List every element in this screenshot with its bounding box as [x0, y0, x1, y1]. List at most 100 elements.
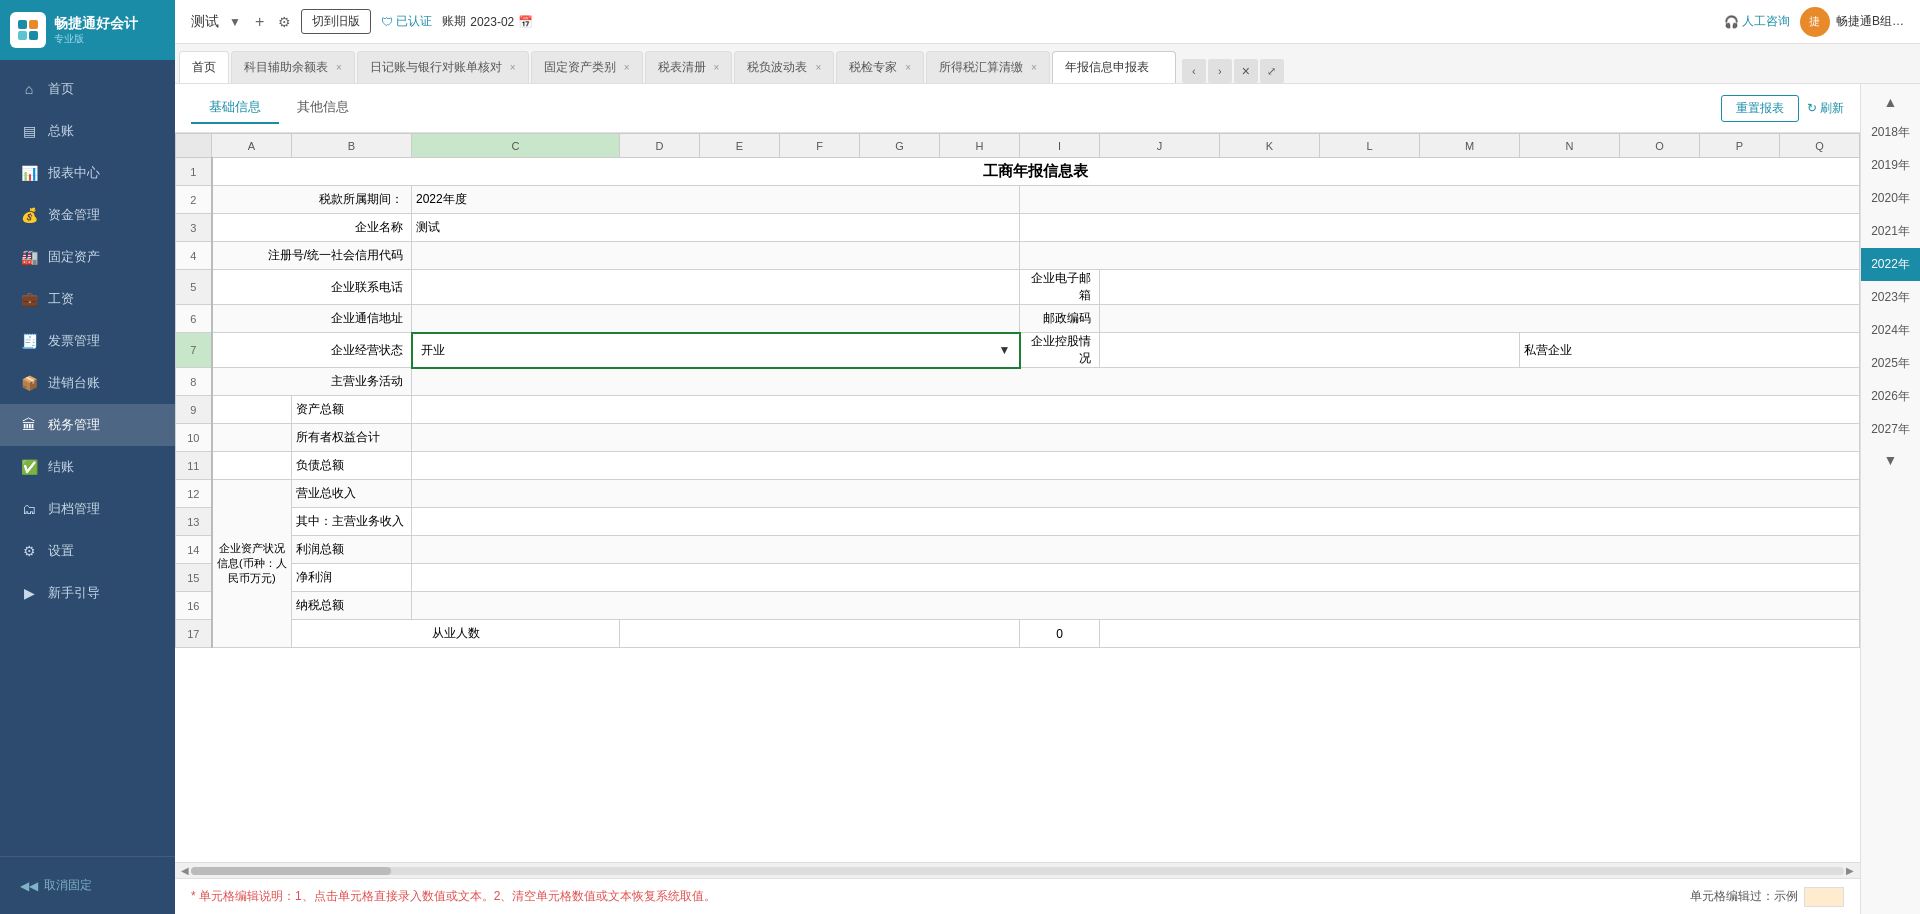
- year-item-2027[interactable]: 2027年: [1861, 413, 1920, 446]
- total-profit-value[interactable]: [412, 536, 1860, 564]
- unpin-button[interactable]: ◀◀ 取消固定: [0, 867, 175, 904]
- tab-home[interactable]: 首页: [179, 51, 229, 83]
- tab-tax-inspection[interactable]: 税检专家 ×: [836, 51, 924, 83]
- sidebar-item-invoice[interactable]: 🧾 发票管理: [0, 320, 175, 362]
- service-button[interactable]: 🎧 人工咨询: [1724, 13, 1790, 30]
- sidebar-item-guide[interactable]: ▶ 新手引导: [0, 572, 175, 614]
- col-h-header[interactable]: H: [940, 134, 1020, 158]
- address-value[interactable]: [412, 305, 1020, 333]
- tab-close-all-button[interactable]: ×: [1234, 59, 1258, 83]
- col-p-header[interactable]: P: [1700, 134, 1780, 158]
- tab-prev-button[interactable]: ‹: [1182, 59, 1206, 83]
- tab-other-info[interactable]: 其他信息: [279, 92, 367, 124]
- col-g-header[interactable]: G: [860, 134, 940, 158]
- col-o-header[interactable]: O: [1620, 134, 1700, 158]
- add-tab-button[interactable]: +: [251, 11, 268, 33]
- year-panel-up-button[interactable]: ▲: [1877, 88, 1905, 116]
- col-m-header[interactable]: M: [1420, 134, 1520, 158]
- sidebar-item-tax[interactable]: 🏛 税务管理: [0, 404, 175, 446]
- tab-subject-balance[interactable]: 科目辅助余额表 ×: [231, 51, 355, 83]
- year-panel-down-button[interactable]: ▼: [1877, 446, 1905, 474]
- email-value[interactable]: [1100, 270, 1860, 305]
- tab-close-icon[interactable]: ×: [714, 62, 720, 73]
- col-i-header[interactable]: I: [1020, 134, 1100, 158]
- tab-expand-button[interactable]: ⤢: [1260, 59, 1284, 83]
- sidebar-item-reports[interactable]: 📊 报表中心: [0, 152, 175, 194]
- col-n-header[interactable]: N: [1520, 134, 1620, 158]
- reg-num-value[interactable]: [412, 242, 1020, 270]
- sidebar-item-assets[interactable]: 🏭 固定资产: [0, 236, 175, 278]
- module-dropdown-icon[interactable]: ▼: [229, 15, 241, 29]
- employee-count-value[interactable]: [620, 620, 1020, 648]
- total-assets-value[interactable]: [412, 396, 1860, 424]
- scroll-track[interactable]: [191, 867, 1844, 875]
- equity-value[interactable]: [412, 424, 1860, 452]
- col-q-header[interactable]: Q: [1780, 134, 1860, 158]
- year-item-2023[interactable]: 2023年: [1861, 281, 1920, 314]
- tax-period-value[interactable]: 2022年度: [412, 186, 1020, 214]
- col-d-header[interactable]: D: [620, 134, 700, 158]
- year-item-2024[interactable]: 2024年: [1861, 314, 1920, 347]
- col-k-header[interactable]: K: [1220, 134, 1320, 158]
- scroll-right-button[interactable]: ▶: [1844, 865, 1856, 877]
- tab-close-icon[interactable]: ×: [336, 62, 342, 73]
- tab-fixed-assets-type[interactable]: 固定资产类别 ×: [531, 51, 643, 83]
- tab-close-icon[interactable]: ×: [510, 62, 516, 73]
- spreadsheet-wrapper[interactable]: A B C D E F G H I J K L: [175, 133, 1860, 862]
- tab-close-icon[interactable]: ×: [1031, 62, 1037, 73]
- year-item-2025[interactable]: 2025年: [1861, 347, 1920, 380]
- liabilities-value[interactable]: [412, 452, 1860, 480]
- biz-status-value[interactable]: 开业 ▼: [412, 333, 1020, 368]
- scroll-thumb[interactable]: [191, 867, 391, 875]
- tab-annual-report[interactable]: 年报信息申报表 ×: [1052, 51, 1176, 83]
- old-version-button[interactable]: 切到旧版: [301, 9, 371, 34]
- main-biz-value[interactable]: [412, 368, 1860, 396]
- tab-tax-table[interactable]: 税表清册 ×: [645, 51, 733, 83]
- phone-value[interactable]: [412, 270, 1020, 305]
- total-tax-value[interactable]: [412, 592, 1860, 620]
- reset-report-button[interactable]: 重置报表: [1721, 95, 1799, 122]
- tab-close-icon[interactable]: ×: [905, 62, 911, 73]
- dropdown-arrow-icon[interactable]: ▼: [999, 343, 1011, 357]
- tab-next-button[interactable]: ›: [1208, 59, 1232, 83]
- tab-bank-reconcile[interactable]: 日记账与银行对账单核对 ×: [357, 51, 529, 83]
- sidebar-item-payroll[interactable]: 💼 工资: [0, 278, 175, 320]
- sidebar-item-ledger[interactable]: ▤ 总账: [0, 110, 175, 152]
- col-c-header[interactable]: C: [412, 134, 620, 158]
- user-menu[interactable]: 捷 畅捷通B组…: [1800, 7, 1904, 37]
- tab-close-icon[interactable]: ×: [624, 62, 630, 73]
- tab-tax-fluctuation[interactable]: 税负波动表 ×: [734, 51, 834, 83]
- ownership-value[interactable]: [1100, 333, 1520, 368]
- tab-income-tax[interactable]: 所得税汇算清缴 ×: [926, 51, 1050, 83]
- sidebar-item-closing[interactable]: ✅ 结账: [0, 446, 175, 488]
- total-revenue-value[interactable]: [412, 480, 1860, 508]
- sidebar-item-archive[interactable]: 🗂 归档管理: [0, 488, 175, 530]
- tab-basic-info[interactable]: 基础信息: [191, 92, 279, 124]
- col-l-header[interactable]: L: [1320, 134, 1420, 158]
- refresh-button[interactable]: ↻ 刷新: [1807, 100, 1844, 117]
- year-item-2022[interactable]: 2022年: [1861, 248, 1920, 281]
- horizontal-scrollbar[interactable]: ◀ ▶: [175, 862, 1860, 878]
- year-item-2019[interactable]: 2019年: [1861, 149, 1920, 182]
- col-a-header[interactable]: A: [212, 134, 292, 158]
- table-title[interactable]: 工商年报信息表: [212, 158, 1860, 186]
- tab-close-icon[interactable]: ×: [815, 62, 821, 73]
- sidebar-item-home[interactable]: ⌂ 首页: [0, 68, 175, 110]
- year-item-2020[interactable]: 2020年: [1861, 182, 1920, 215]
- year-item-2018[interactable]: 2018年: [1861, 116, 1920, 149]
- net-profit-value[interactable]: [412, 564, 1860, 592]
- col-b-header[interactable]: B: [292, 134, 412, 158]
- sidebar-item-settings[interactable]: ⚙ 设置: [0, 530, 175, 572]
- scroll-left-button[interactable]: ◀: [179, 865, 191, 877]
- col-e-header[interactable]: E: [700, 134, 780, 158]
- ownership-value-text[interactable]: 私营企业: [1520, 333, 1860, 368]
- employee-count-number[interactable]: 0: [1020, 620, 1100, 648]
- col-f-header[interactable]: F: [780, 134, 860, 158]
- postal-value[interactable]: [1100, 305, 1860, 333]
- col-j-header[interactable]: J: [1100, 134, 1220, 158]
- calendar-icon[interactable]: 📅: [518, 15, 533, 29]
- company-name-value[interactable]: 测试: [412, 214, 1020, 242]
- tab-close-icon[interactable]: ×: [1157, 62, 1163, 73]
- sidebar-item-funds[interactable]: 💰 资金管理: [0, 194, 175, 236]
- sidebar-item-sales[interactable]: 📦 进销台账: [0, 362, 175, 404]
